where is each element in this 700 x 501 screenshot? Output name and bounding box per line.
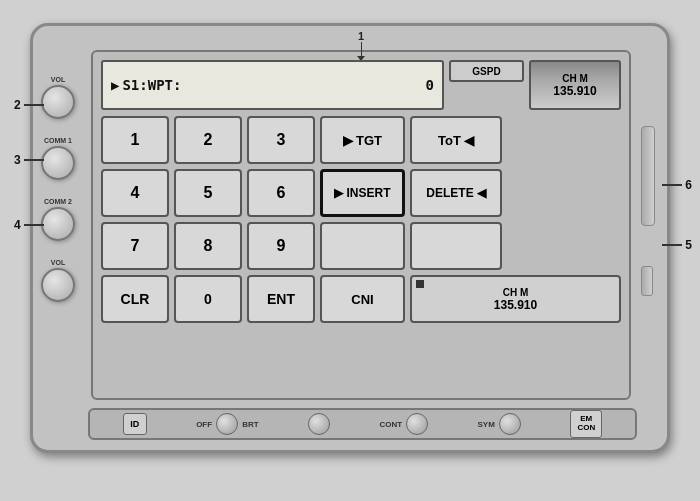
comm1-group: COMM 1 (41, 137, 75, 180)
bottom-numpad: CLR 0 ENT (101, 275, 315, 323)
num0-button[interactable]: 0 (174, 275, 242, 323)
left-controls: VOL COMM 1 COMM 2 VOL (41, 76, 75, 302)
off-knob[interactable] (216, 413, 238, 435)
num7-button[interactable]: 7 (101, 222, 169, 270)
cont-label: CONT (379, 420, 402, 429)
sym-label: SYM (478, 420, 495, 429)
num8-button[interactable]: 8 (174, 222, 242, 270)
off-label: OFF (196, 420, 212, 429)
num1-button[interactable]: 1 (101, 116, 169, 164)
right-hardware-button[interactable] (641, 126, 655, 226)
func-grid: ▶ TGT ToT ◀ ▶ INSERT (320, 116, 621, 270)
vol-top-knob[interactable] (41, 85, 75, 119)
ch-m-bottom-button[interactable]: CH M 135.910 (410, 275, 621, 323)
vol-bottom-label: VOL (51, 259, 65, 266)
num4-button[interactable]: 4 (101, 169, 169, 217)
ch-m-bottom-freq: 135.910 (494, 298, 537, 312)
tgt-button[interactable]: ▶ TGT (320, 116, 405, 164)
cni-button[interactable]: CNI (320, 275, 405, 323)
clr-button[interactable]: CLR (101, 275, 169, 323)
tot-display-text: ToT (438, 133, 461, 148)
ext-label-5: 5 (662, 238, 692, 252)
bottom-control-bar: ID OFF BRT CONT SYM EMCON (88, 408, 637, 440)
ch-m-top-button[interactable]: CH M 135.910 (529, 60, 621, 110)
tot-button[interactable]: ToT ◀ (410, 116, 502, 164)
delete-button[interactable]: DELETE ◀ (410, 169, 502, 217)
sym-knob[interactable] (499, 413, 521, 435)
cont-knob[interactable] (406, 413, 428, 435)
insert-button[interactable]: ▶ INSERT (320, 169, 405, 217)
gspd-chm-col: GSPD (449, 60, 524, 110)
comm2-label: COMM 2 (44, 198, 72, 205)
annotation-num1: 1 (357, 30, 365, 61)
bottom-row: CLR 0 ENT CNI CH M 135.910 (101, 275, 621, 323)
brt-knob[interactable] (308, 413, 330, 435)
full-layout: 1 VOL COMM 1 COMM 2 (0, 0, 700, 501)
top-row: ▶ S1:WPT: 0 GSPD CH M 135.910 (101, 60, 621, 110)
ext-label-6: 6 (662, 178, 692, 192)
sym-group: SYM (478, 413, 521, 435)
vol-top-label: VOL (51, 76, 65, 83)
numpad-grid: 1 2 3 4 5 6 7 8 9 (101, 116, 315, 270)
main-panel-inner: 1 ▶ S1:WPT: 0 GSPD (91, 50, 631, 400)
comm2-knob[interactable] (41, 207, 75, 241)
ch-m-top-freq: 135.910 (553, 84, 596, 98)
ch-m-top-label: CH M (562, 73, 588, 84)
device-body: VOL COMM 1 COMM 2 VOL (30, 23, 670, 453)
device-wrapper: VOL COMM 1 COMM 2 VOL (30, 23, 670, 478)
vol-bottom-group: VOL (41, 259, 75, 302)
em-con-button[interactable]: EMCON (570, 410, 602, 438)
comm2-group: COMM 2 (41, 198, 75, 241)
num9-button[interactable]: 9 (247, 222, 315, 270)
gspd-button[interactable]: GSPD (449, 60, 524, 82)
ch-m-bottom-label: CH M (503, 287, 529, 298)
off-group: OFF BRT (196, 413, 258, 435)
ent-button[interactable]: ENT (247, 275, 315, 323)
ext-label-2: 2 (14, 98, 44, 112)
ch-m-indicator (416, 280, 424, 288)
num3-button[interactable]: 3 (247, 116, 315, 164)
display-value: 0 (426, 77, 434, 93)
brt-label: BRT (242, 420, 258, 429)
vol-top-group: VOL (41, 76, 75, 119)
comm1-label: COMM 1 (44, 137, 72, 144)
right-hardware-button2[interactable] (641, 266, 653, 296)
num2-button[interactable]: 2 (174, 116, 242, 164)
main-display: ▶ S1:WPT: 0 (101, 60, 444, 110)
display-text: S1:WPT: (122, 77, 181, 93)
empty-btn-1 (320, 222, 405, 270)
id-button[interactable]: ID (123, 413, 147, 435)
empty-btn-2 (410, 222, 502, 270)
cont-group: CONT (379, 413, 428, 435)
middle-section: 1 2 3 4 5 6 7 8 9 ▶ (101, 116, 621, 270)
num5-button[interactable]: 5 (174, 169, 242, 217)
ext-label-4: 4 (14, 218, 44, 232)
display-arrow: ▶ (111, 77, 119, 93)
comm1-knob[interactable] (41, 146, 75, 180)
num6-button[interactable]: 6 (247, 169, 315, 217)
ext-label-3: 3 (14, 153, 44, 167)
vol-bottom-knob[interactable] (41, 268, 75, 302)
